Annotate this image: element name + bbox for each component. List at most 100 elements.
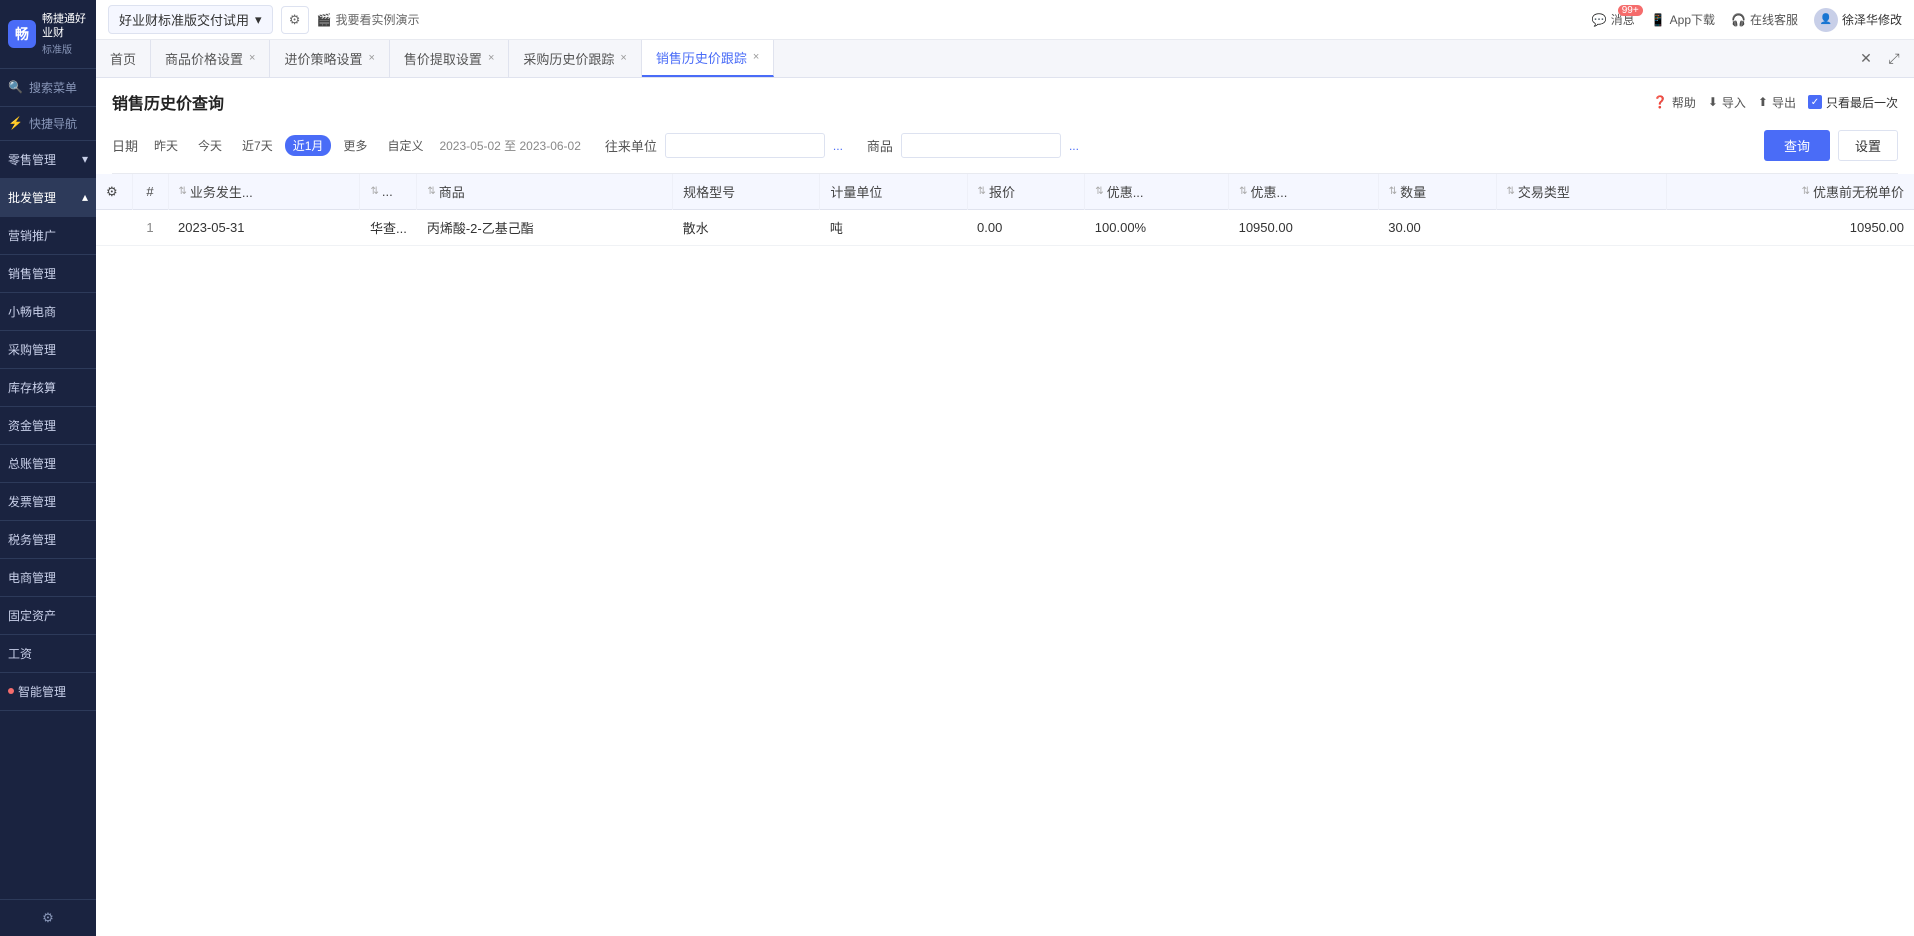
tab-purchase-history[interactable]: 采购历史价跟踪 × — [509, 40, 641, 77]
sidebar-quicknav[interactable]: ⚡ 快捷导航 — [0, 107, 96, 141]
tab-price-extract[interactable]: 售价提取设置 × — [390, 40, 509, 77]
sidebar-item-finance-label: 资金管理 — [8, 417, 56, 434]
demo-button[interactable]: 🎬 我要看实例演示 — [317, 11, 420, 28]
sidebar-item-smart[interactable]: 智能管理 — [0, 673, 96, 711]
tab-purchase-strategy-close[interactable]: × — [368, 53, 374, 64]
tab-sales-history[interactable]: 销售历史价跟踪 × — [642, 40, 774, 77]
import-label: 导入 — [1722, 94, 1746, 111]
tab-close-window[interactable]: ✕ — [1854, 47, 1878, 71]
topbar-settings-button[interactable]: ⚙ — [281, 6, 309, 34]
sidebar-item-inventory-label: 库存核算 — [8, 379, 56, 396]
search-icon: 🔍 — [8, 80, 23, 94]
date-option-1month[interactable]: 近1月 — [285, 135, 332, 156]
sidebar-item-retail[interactable]: 零售管理 ▾ — [0, 141, 96, 179]
page-header: 销售历史价查询 ❓ 帮助 ⬇ 导入 ⬆ 导出 ✓ 只看最后一次 — [96, 78, 1914, 122]
app-download-button[interactable]: 📱 App下载 — [1651, 11, 1715, 28]
th-product[interactable]: ⇅ 商品 — [417, 174, 673, 210]
date-option-yesterday[interactable]: 昨天 — [146, 135, 186, 156]
sidebar-item-ecom-small[interactable]: 小畅电商 — [0, 293, 96, 331]
sort-icon: ⇅ — [978, 186, 986, 197]
query-button[interactable]: 查询 — [1764, 130, 1830, 161]
view-last-checkbox[interactable]: ✓ 只看最后一次 — [1808, 94, 1898, 111]
th-qty[interactable]: ⇅ 数量 — [1378, 174, 1496, 210]
checkbox-icon: ✓ — [1808, 95, 1822, 109]
sidebar-item-ecom[interactable]: 电商管理 — [0, 559, 96, 597]
page-title: 销售历史价查询 — [112, 90, 224, 114]
help-button[interactable]: ❓ 帮助 — [1653, 94, 1696, 111]
user-menu[interactable]: 👤 徐泽华修改 — [1814, 8, 1902, 32]
sidebar-settings-button[interactable]: ⚙ — [0, 899, 96, 936]
product-filter-group: 商品 ... — [867, 133, 1079, 158]
th-list-price[interactable]: ⇅ 报价 — [967, 174, 1085, 210]
product-more-button[interactable]: ... — [1069, 139, 1079, 153]
help-icon: ❓ — [1653, 95, 1668, 109]
online-service-label: 在线客服 — [1750, 11, 1798, 28]
tab-sales-history-close[interactable]: × — [753, 52, 759, 63]
tab-purchase-strategy-label: 进价策略设置 — [284, 49, 362, 68]
date-option-7days[interactable]: 近7天 — [234, 135, 281, 156]
tab-price-extract-close[interactable]: × — [488, 53, 494, 64]
sort-icon: ⇅ — [1507, 186, 1515, 197]
page-header-actions: ❓ 帮助 ⬇ 导入 ⬆ 导出 ✓ 只看最后一次 — [1653, 94, 1898, 111]
app-logo: 畅 畅捷通好业财 标准版 — [0, 0, 96, 69]
th-more[interactable]: ⇅ ... — [360, 174, 417, 210]
th-spec: 规格型号 — [673, 174, 820, 210]
sidebar-item-tax[interactable]: 税务管理 — [0, 521, 96, 559]
date-option-today[interactable]: 今天 — [190, 135, 230, 156]
tab-product-price[interactable]: 商品价格设置 × — [151, 40, 270, 77]
gear-icon: ⚙ — [42, 910, 54, 926]
th-discount-amt[interactable]: ⇅ 优惠... — [1229, 174, 1379, 210]
sidebar-item-account[interactable]: 总账管理 — [0, 445, 96, 483]
sidebar-search[interactable]: 🔍 搜索菜单 — [0, 69, 96, 107]
tab-purchase-history-close[interactable]: × — [620, 53, 626, 64]
th-biz-date[interactable]: ⇅ 业务发生... — [168, 174, 360, 210]
sidebar-item-finance[interactable]: 资金管理 — [0, 407, 96, 445]
th-discount-pct[interactable]: ⇅ 优惠... — [1085, 174, 1229, 210]
sidebar-item-assets[interactable]: 固定资产 — [0, 597, 96, 635]
online-service-button[interactable]: 🎧 在线客服 — [1731, 11, 1798, 28]
th-trade-type[interactable]: ⇅ 交易类型 — [1496, 174, 1666, 210]
row-discount-pct: 100.00% — [1085, 210, 1229, 246]
source-more-button[interactable]: ... — [833, 139, 843, 153]
export-button[interactable]: ⬆ 导出 — [1758, 94, 1796, 111]
sidebar-item-inventory[interactable]: 库存核算 — [0, 369, 96, 407]
messages-badge: 99+ — [1618, 5, 1643, 16]
sidebar-item-salary[interactable]: 工资 — [0, 635, 96, 673]
sidebar-item-wholesale[interactable]: 批发管理 ▴ — [0, 179, 96, 217]
date-option-custom[interactable]: 自定义 — [379, 135, 431, 156]
sidebar-item-salary-label: 工资 — [8, 645, 32, 662]
demo-label: 我要看实例演示 — [336, 11, 420, 28]
tab-purchase-strategy[interactable]: 进价策略设置 × — [270, 40, 389, 77]
messages-button[interactable]: 💬 消息 99+ — [1592, 11, 1635, 28]
tab-home[interactable]: 首页 — [96, 40, 151, 77]
topbar-right: 💬 消息 99+ 📱 App下载 🎧 在线客服 👤 徐泽华修改 — [1592, 8, 1902, 32]
import-button[interactable]: ⬇ 导入 — [1708, 94, 1746, 111]
sidebar-item-assets-label: 固定资产 — [8, 607, 56, 624]
sidebar-item-marketing[interactable]: 营销推广 — [0, 217, 96, 255]
phone-icon: 📱 — [1651, 13, 1666, 27]
tab-product-price-label: 商品价格设置 — [165, 49, 243, 68]
module-selector[interactable]: 好业财标准版交付试用 ▾ — [108, 5, 273, 34]
module-selector-label: 好业财标准版交付试用 — [119, 10, 249, 29]
tab-product-price-close[interactable]: × — [249, 53, 255, 64]
product-input[interactable] — [901, 133, 1061, 158]
source-input[interactable] — [665, 133, 825, 158]
sort-icon: ⇅ — [427, 186, 435, 197]
app-download-label: App下载 — [1670, 11, 1715, 28]
sidebar-item-purchase[interactable]: 采购管理 — [0, 331, 96, 369]
topbar: 好业财标准版交付试用 ▾ ⚙ 🎬 我要看实例演示 💬 消息 99+ 📱 App下… — [96, 0, 1914, 40]
sidebar-item-sales[interactable]: 销售管理 — [0, 255, 96, 293]
settings-button[interactable]: 设置 — [1838, 130, 1898, 161]
logo-edition: 标准版 — [42, 41, 88, 56]
logo-icon: 畅 — [8, 20, 36, 48]
th-unit: 计量单位 — [820, 174, 967, 210]
tab-maximize[interactable]: ⤢ — [1882, 47, 1906, 71]
date-filter-group: 日期 昨天 今天 近7天 近1月 更多 自定义 2023-05-02 至 202… — [112, 135, 581, 156]
th-settings[interactable]: ⚙ — [96, 174, 132, 210]
sidebar-item-invoice[interactable]: 发票管理 — [0, 483, 96, 521]
gear-icon: ⚙ — [289, 12, 301, 28]
play-icon: 🎬 — [317, 13, 332, 27]
th-pre-tax-price[interactable]: ⇅ 优惠前无税单价 — [1666, 174, 1914, 210]
date-option-more[interactable]: 更多 — [335, 135, 375, 156]
chevron-down-icon: ▾ — [82, 152, 88, 166]
